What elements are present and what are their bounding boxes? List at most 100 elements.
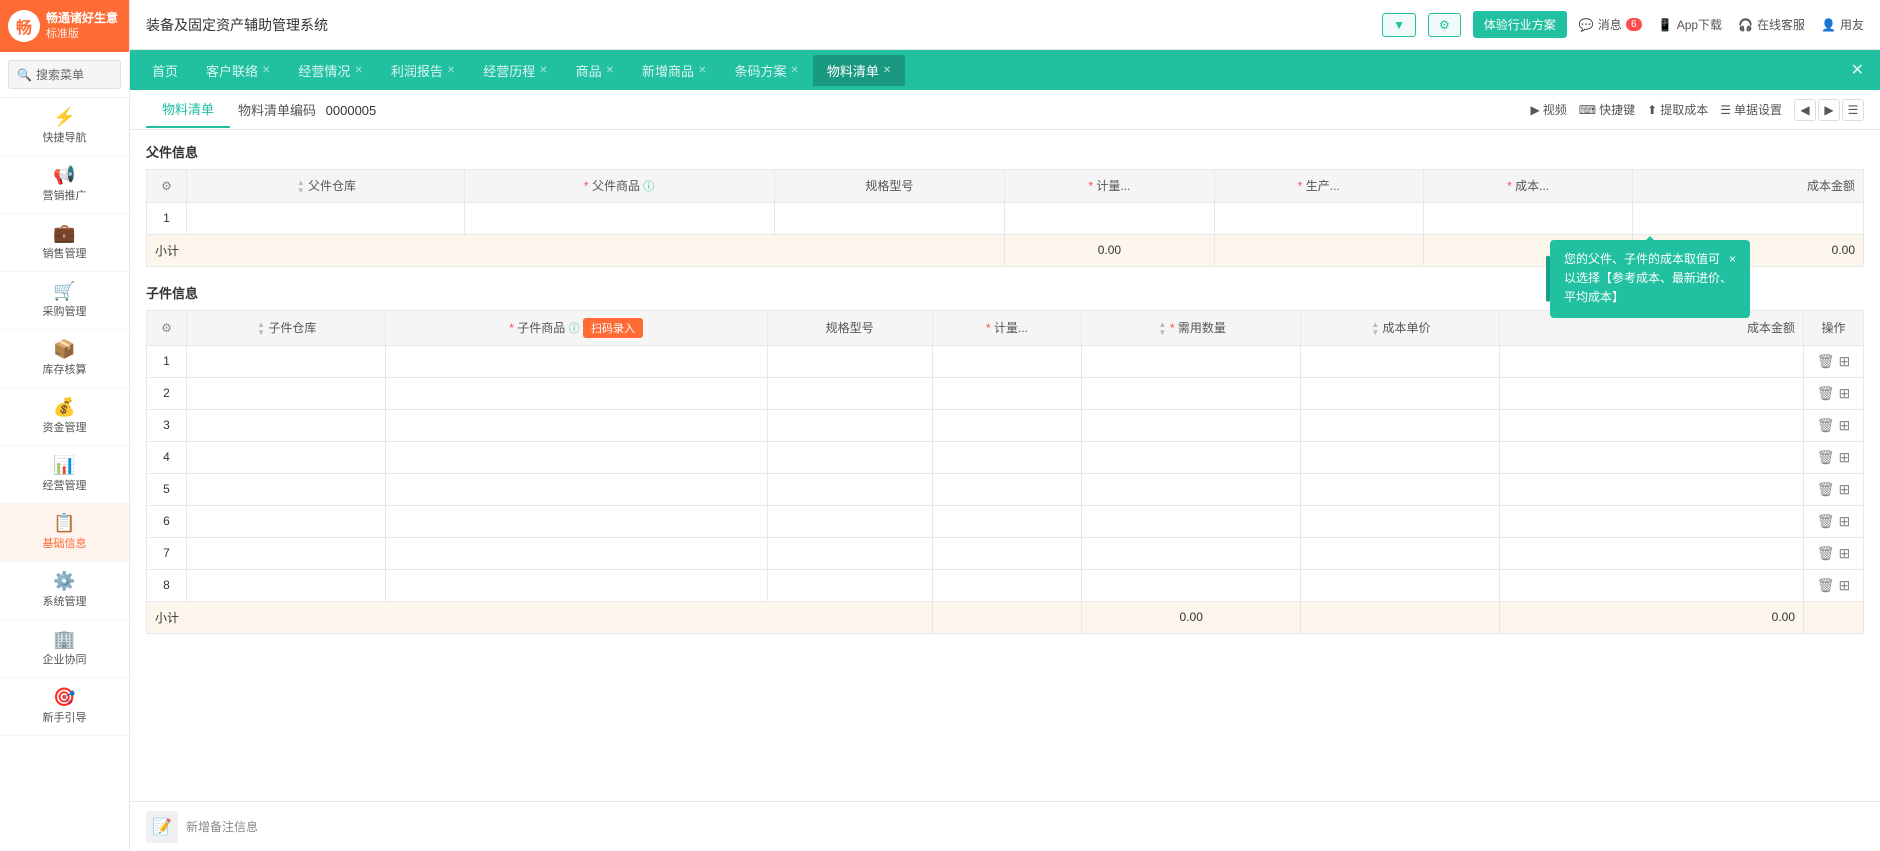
tab-barcode[interactable]: 条码方案 ✕ [720, 55, 812, 86]
sidebar-item-operations[interactable]: 📊 经营管理 [0, 446, 129, 504]
child-unit-cost-8[interactable] [1301, 569, 1500, 601]
close-all-tabs[interactable]: ✕ [1843, 60, 1872, 80]
delete-row-5-icon[interactable]: 🗑 [1817, 481, 1835, 498]
child-quantity-3[interactable] [1082, 409, 1301, 441]
child-spec-8[interactable] [767, 569, 932, 601]
nav-menu-button[interactable]: ☰ [1842, 99, 1864, 121]
online-service-button[interactable]: 🎧 在线客服 [1738, 16, 1805, 33]
child-spec-4[interactable] [767, 441, 932, 473]
child-unit-cost-1[interactable] [1301, 345, 1500, 377]
child-product-7[interactable] [385, 537, 767, 569]
copy-row-6-icon[interactable]: ⊞ [1839, 513, 1851, 530]
delete-row-4-icon[interactable]: 🗑 [1817, 449, 1835, 466]
child-warehouse-5[interactable] [187, 473, 386, 505]
child-warehouse-6[interactable] [187, 505, 386, 537]
tab-bom[interactable]: 物料清单 ✕ [813, 55, 905, 86]
child-unit-6[interactable] [932, 505, 1082, 537]
delete-row-1-icon[interactable]: 🗑 [1817, 353, 1835, 370]
child-unit-4[interactable] [932, 441, 1082, 473]
delete-row-8-icon[interactable]: 🗑 [1817, 577, 1835, 594]
parent-warehouse-1[interactable] [187, 202, 465, 234]
child-product-1[interactable] [385, 345, 767, 377]
child-spec-2[interactable] [767, 377, 932, 409]
sidebar-search[interactable]: 🔍 搜索菜单 [0, 52, 129, 98]
sidebar-item-system[interactable]: ⚙️ 系统管理 [0, 562, 129, 620]
child-warehouse-1[interactable] [187, 345, 386, 377]
child-unit-3[interactable] [932, 409, 1082, 441]
tab-new-product[interactable]: 新增商品 ✕ [628, 55, 720, 86]
child-spec-6[interactable] [767, 505, 932, 537]
copy-row-7-icon[interactable]: ⊞ [1839, 545, 1851, 562]
parent-product-1[interactable] [464, 202, 774, 234]
sidebar-item-inventory[interactable]: 📦 库存核算 [0, 330, 129, 388]
child-quantity-7[interactable] [1082, 537, 1301, 569]
nav-next-button[interactable]: ▶ [1818, 99, 1840, 121]
sidebar-item-sales[interactable]: 💼 销售管理 [0, 214, 129, 272]
tab-customer[interactable]: 客户联络 ✕ [192, 55, 284, 86]
child-settings-icon[interactable]: ⚙ [161, 321, 172, 335]
child-unit-8[interactable] [932, 569, 1082, 601]
child-product-8[interactable] [385, 569, 767, 601]
scan-button[interactable]: 扫码录入 [583, 318, 643, 338]
view-button[interactable]: ▶ 视频 [1531, 101, 1567, 118]
single-setting-button[interactable]: ☰ 单据设置 [1720, 101, 1782, 118]
copy-row-3-icon[interactable]: ⊞ [1839, 417, 1851, 434]
sidebar-item-enterprise[interactable]: 🏢 企业协同 [0, 620, 129, 678]
child-unit-cost-5[interactable] [1301, 473, 1500, 505]
child-spec-7[interactable] [767, 537, 932, 569]
delete-row-7-icon[interactable]: 🗑 [1817, 545, 1835, 562]
sidebar-item-guide[interactable]: 🎯 新手引导 [0, 678, 129, 736]
message-button[interactable]: 💬 消息 6 [1579, 16, 1642, 33]
child-quantity-4[interactable] [1082, 441, 1301, 473]
tab-new-product-close[interactable]: ✕ [698, 65, 706, 76]
parent-cost-1[interactable] [1423, 202, 1632, 234]
child-spec-3[interactable] [767, 409, 932, 441]
child-warehouse-7[interactable] [187, 537, 386, 569]
child-product-5[interactable] [385, 473, 767, 505]
delete-row-6-icon[interactable]: 🗑 [1817, 513, 1835, 530]
child-product-6[interactable] [385, 505, 767, 537]
sub-tab-bom[interactable]: 物料清单 [146, 91, 230, 128]
cost-button[interactable]: ⬆ 提取成本 [1647, 101, 1708, 118]
tab-home[interactable]: 首页 [138, 55, 192, 86]
child-quantity-6[interactable] [1082, 505, 1301, 537]
add-note-icon[interactable]: 📝 [146, 811, 178, 843]
child-warehouse-4[interactable] [187, 441, 386, 473]
copy-row-1-icon[interactable]: ⊞ [1839, 353, 1851, 370]
tab-history-close[interactable]: ✕ [539, 65, 547, 76]
child-unit-cost-6[interactable] [1301, 505, 1500, 537]
child-product-3[interactable] [385, 409, 767, 441]
child-quantity-8[interactable] [1082, 569, 1301, 601]
tab-operations[interactable]: 经营情况 ✕ [284, 55, 376, 86]
settings-icon[interactable]: ⚙ [161, 179, 172, 193]
sidebar-item-marketing[interactable]: 📢 营销推广 [0, 156, 129, 214]
tab-products[interactable]: 商品 ✕ [562, 55, 628, 86]
sidebar-item-basic-info[interactable]: 📋 基础信息 [0, 504, 129, 562]
child-spec-5[interactable] [767, 473, 932, 505]
child-quantity-2[interactable] [1082, 377, 1301, 409]
child-unit-cost-7[interactable] [1301, 537, 1500, 569]
sidebar-item-purchase[interactable]: 🛒 采购管理 [0, 272, 129, 330]
tab-history[interactable]: 经营历程 ✕ [469, 55, 561, 86]
child-unit-cost-4[interactable] [1301, 441, 1500, 473]
child-quantity-1[interactable] [1082, 345, 1301, 377]
delete-row-2-icon[interactable]: 🗑 [1817, 385, 1835, 402]
child-unit-7[interactable] [932, 537, 1082, 569]
child-unit-cost-2[interactable] [1301, 377, 1500, 409]
copy-row-8-icon[interactable]: ⊞ [1839, 577, 1851, 594]
tab-products-close[interactable]: ✕ [606, 65, 614, 76]
user-menu[interactable]: 👤 用友 [1821, 16, 1864, 33]
trial-button[interactable]: 体验行业方案 [1473, 11, 1567, 38]
tab-operations-close[interactable]: ✕ [354, 65, 362, 76]
tab-profit[interactable]: 利润报告 ✕ [377, 55, 469, 86]
tab-barcode-close[interactable]: ✕ [790, 65, 798, 76]
tab-customer-close[interactable]: ✕ [262, 65, 270, 76]
sidebar-item-finance[interactable]: 💰 资金管理 [0, 388, 129, 446]
sidebar-item-quick-nav[interactable]: ⚡ 快捷导航 [0, 98, 129, 156]
child-product-2[interactable] [385, 377, 767, 409]
tooltip-close-button[interactable]: × [1729, 250, 1736, 269]
child-unit-1[interactable] [932, 345, 1082, 377]
child-spec-1[interactable] [767, 345, 932, 377]
parent-unit-1[interactable] [1005, 202, 1214, 234]
search-menu-button[interactable]: 🔍 搜索菜单 [8, 60, 121, 89]
